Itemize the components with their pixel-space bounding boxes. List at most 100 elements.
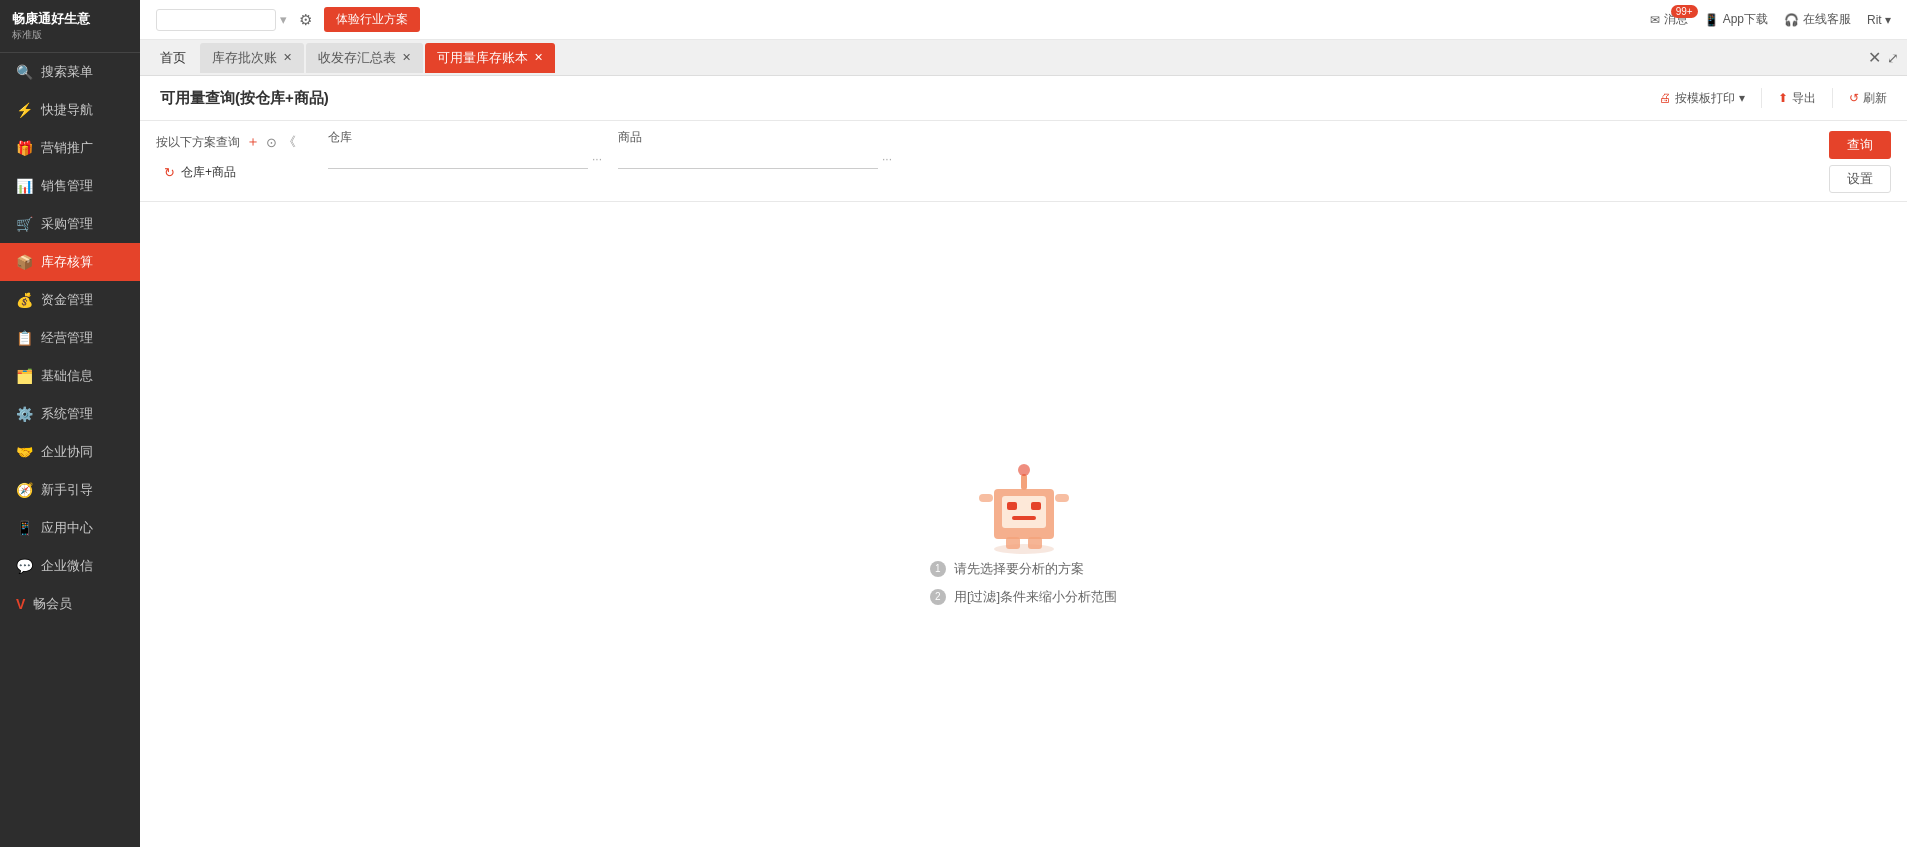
tab-batch-account-label: 库存批次账 (212, 49, 277, 67)
apps-icon: 📱 (16, 520, 33, 536)
purchase-icon: 🛒 (16, 216, 33, 232)
query-filters: 仓库 ··· 商品 ··· (328, 129, 1817, 169)
logo: 畅康通好生意 标准版 (0, 0, 140, 53)
refresh-button[interactable]: ↺ 刷新 (1849, 90, 1887, 107)
setting-button[interactable]: 设置 (1829, 165, 1891, 193)
svg-rect-2 (1002, 496, 1046, 528)
warehouse-label: 仓库 (328, 129, 602, 146)
scheme-item-warehouse-goods[interactable]: ↻ 仓库+商品 (156, 159, 316, 186)
topbar-search: ▾ (156, 9, 287, 31)
print-icon: 🖨 (1659, 91, 1671, 105)
tab-batch-account[interactable]: 库存批次账 ✕ (200, 43, 304, 73)
enterprise-icon: 🤝 (16, 444, 33, 460)
sidebar-item-inventory[interactable]: 📦 库存核算 (0, 243, 140, 281)
scheme-item-label: 仓库+商品 (181, 164, 236, 181)
goods-label: 商品 (618, 129, 892, 146)
sidebar-item-apps[interactable]: 📱 应用中心 (0, 509, 140, 547)
export-label: 导出 (1792, 90, 1816, 107)
hint-text-2: 用[过滤]条件来缩小分析范围 (954, 588, 1117, 606)
base-icon: 🗂️ (16, 368, 33, 384)
goods-more-button[interactable]: ··· (882, 152, 892, 166)
refresh-icon: ↺ (1849, 91, 1859, 105)
sidebar-item-guide[interactable]: 🧭 新手引导 (0, 471, 140, 509)
tab-available-ledger-close[interactable]: ✕ (534, 51, 543, 64)
refresh-label: 刷新 (1863, 90, 1887, 107)
sidebar-item-purchase[interactable]: 🛒 采购管理 (0, 205, 140, 243)
scheme-header: 按以下方案查询 ＋ ⊙ 《 (156, 129, 316, 155)
search-input[interactable] (156, 9, 276, 31)
tabbar-expand-button[interactable]: ⤢ (1887, 50, 1899, 66)
sidebar-item-label: 销售管理 (41, 177, 93, 195)
goods-input[interactable] (618, 148, 878, 169)
sidebar-item-finance[interactable]: 💰 资金管理 (0, 281, 140, 319)
app-download-button[interactable]: 📱 App下载 (1704, 11, 1768, 28)
sidebar-item-base[interactable]: 🗂️ 基础信息 (0, 357, 140, 395)
svg-rect-3 (1007, 502, 1017, 510)
sidebar-item-enterprise[interactable]: 🤝 企业协同 (0, 433, 140, 471)
svg-rect-5 (1012, 516, 1036, 520)
warehouse-input[interactable] (328, 148, 588, 169)
query-area: 按以下方案查询 ＋ ⊙ 《 ↻ 仓库+商品 仓库 ··· 商品 (140, 121, 1907, 202)
logo-subtitle: 标准版 (12, 28, 128, 42)
svg-rect-10 (1006, 537, 1020, 549)
filter-warehouse: 仓库 ··· (328, 129, 602, 169)
sidebar-item-label: 企业微信 (41, 557, 93, 575)
user-menu[interactable]: Rit ▾ (1867, 13, 1891, 27)
sidebar-item-operations[interactable]: 📋 经营管理 (0, 319, 140, 357)
sidebar-item-member[interactable]: V 畅会员 (0, 585, 140, 623)
sidebar-item-marketing[interactable]: 🎁 营销推广 (0, 129, 140, 167)
sidebar-scroll: 🔍 搜索菜单 ⚡ 快捷导航 🎁 营销推广 📊 销售管理 🛒 采购管理 📦 库存核… (0, 53, 140, 847)
wechat-icon: 💬 (16, 558, 33, 574)
tabbar-close-button[interactable]: ✕ (1868, 48, 1881, 67)
add-scheme-button[interactable]: ＋ (246, 133, 260, 151)
app-download-label: App下载 (1723, 11, 1768, 28)
topbar-actions: ✉ 消息 99+ 📱 App下载 🎧 在线客服 Rit ▾ (1650, 11, 1891, 28)
search-icon: 🔍 (16, 64, 33, 80)
tab-receive-summary-close[interactable]: ✕ (402, 51, 411, 64)
username: Rit (1867, 13, 1882, 27)
gear-icon[interactable]: ⚙ (299, 11, 312, 29)
warehouse-more-button[interactable]: ··· (592, 152, 602, 166)
tab-batch-account-close[interactable]: ✕ (283, 51, 292, 64)
sidebar-item-label: 经营管理 (41, 329, 93, 347)
collapse-button[interactable]: 《 (283, 133, 296, 151)
tabbar: 首页 库存批次账 ✕ 收发存汇总表 ✕ 可用量库存账本 ✕ ✕ ⤢ (140, 40, 1907, 76)
message-icon: ✉ (1650, 13, 1660, 27)
message-button[interactable]: ✉ 消息 99+ (1650, 11, 1688, 28)
sidebar-item-sales[interactable]: 📊 销售管理 (0, 167, 140, 205)
scheme-header-label: 按以下方案查询 (156, 134, 240, 151)
tab-receive-summary[interactable]: 收发存汇总表 ✕ (306, 43, 423, 73)
trial-button[interactable]: 体验行业方案 (324, 7, 420, 32)
sidebar-item-search[interactable]: 🔍 搜索菜单 (0, 53, 140, 91)
filter-goods: 商品 ··· (618, 129, 892, 169)
sidebar-item-system[interactable]: ⚙️ 系统管理 (0, 395, 140, 433)
sidebar-item-wechat[interactable]: 💬 企业微信 (0, 547, 140, 585)
guide-icon: 🧭 (16, 482, 33, 498)
sidebar: 畅康通好生意 标准版 🔍 搜索菜单 ⚡ 快捷导航 🎁 营销推广 📊 销售管理 🛒… (0, 0, 140, 847)
empty-hints: 1 请先选择要分析的方案 2 用[过滤]条件来缩小分析范围 (930, 560, 1117, 606)
sidebar-item-shortcut[interactable]: ⚡ 快捷导航 (0, 91, 140, 129)
tab-home[interactable]: 首页 (148, 43, 198, 73)
print-button[interactable]: 🖨 按模板打印 ▾ (1659, 90, 1745, 107)
page-header: 可用量查询(按仓库+商品) 🖨 按模板打印 ▾ ⬆ 导出 ↺ 刷新 (140, 76, 1907, 121)
chevron-down-icon[interactable]: ▾ (280, 12, 287, 27)
setting-scheme-button[interactable]: ⊙ (266, 135, 277, 150)
hint-text-1: 请先选择要分析的方案 (954, 560, 1084, 578)
tab-receive-summary-label: 收发存汇总表 (318, 49, 396, 67)
print-chevron[interactable]: ▾ (1739, 91, 1745, 105)
hint-item-2: 2 用[过滤]条件来缩小分析范围 (930, 588, 1117, 606)
query-button[interactable]: 查询 (1829, 131, 1891, 159)
sidebar-item-label: 企业协同 (41, 443, 93, 461)
tab-available-ledger[interactable]: 可用量库存账本 ✕ (425, 43, 555, 73)
customer-service-button[interactable]: 🎧 在线客服 (1784, 11, 1851, 28)
headset-icon: 🎧 (1784, 13, 1799, 27)
page-title: 可用量查询(按仓库+商品) (160, 89, 329, 108)
system-icon: ⚙️ (16, 406, 33, 422)
export-button[interactable]: ⬆ 导出 (1778, 90, 1816, 107)
operations-icon: 📋 (16, 330, 33, 346)
sidebar-item-label: 库存核算 (41, 253, 93, 271)
empty-state: 1 请先选择要分析的方案 2 用[过滤]条件来缩小分析范围 (140, 202, 1907, 847)
sidebar-item-label: 基础信息 (41, 367, 93, 385)
tab-home-label: 首页 (160, 49, 186, 67)
svg-rect-4 (1031, 502, 1041, 510)
